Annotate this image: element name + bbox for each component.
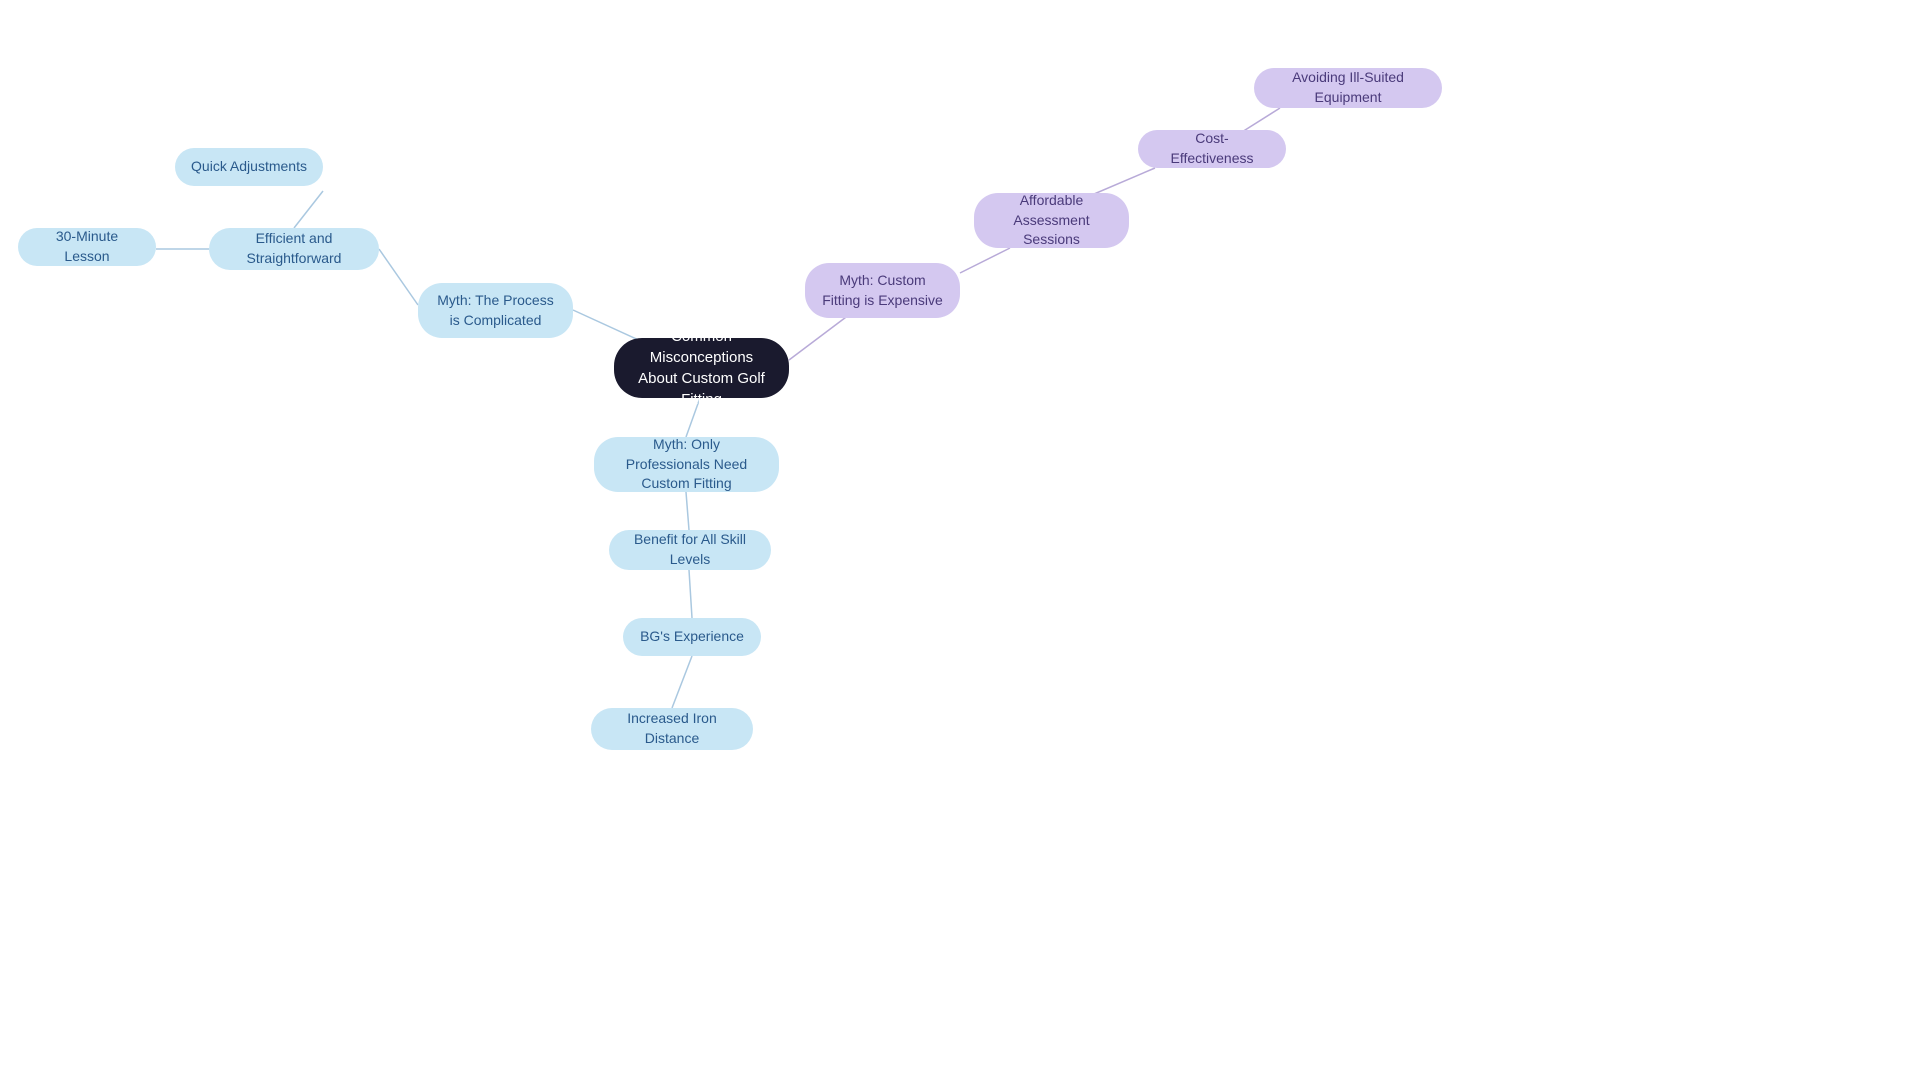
increased-iron-distance-node: Increased Iron Distance xyxy=(591,708,753,750)
myth-complicated-node: Myth: The Process is Complicated xyxy=(418,283,573,338)
efficient-straightforward-node: Efficient and Straightforward xyxy=(209,228,379,270)
center-node: Common Misconceptions About Custom Golf … xyxy=(614,338,789,398)
benefit-skill-levels-node: Benefit for All Skill Levels xyxy=(609,530,771,570)
cost-effectiveness-node: Cost-Effectiveness xyxy=(1138,130,1286,168)
affordable-sessions-node: Affordable Assessment Sessions xyxy=(974,193,1129,248)
avoiding-ill-suited-node: Avoiding Ill-Suited Equipment xyxy=(1254,68,1442,108)
bgs-experience-node: BG's Experience xyxy=(623,618,761,656)
myth-expensive-node: Myth: Custom Fitting is Expensive xyxy=(805,263,960,318)
myth-professionals-node: Myth: Only Professionals Need Custom Fit… xyxy=(594,437,779,492)
quick-adjustments-node: Quick Adjustments xyxy=(175,148,323,186)
thirty-minute-lesson-node: 30-Minute Lesson xyxy=(18,228,156,266)
